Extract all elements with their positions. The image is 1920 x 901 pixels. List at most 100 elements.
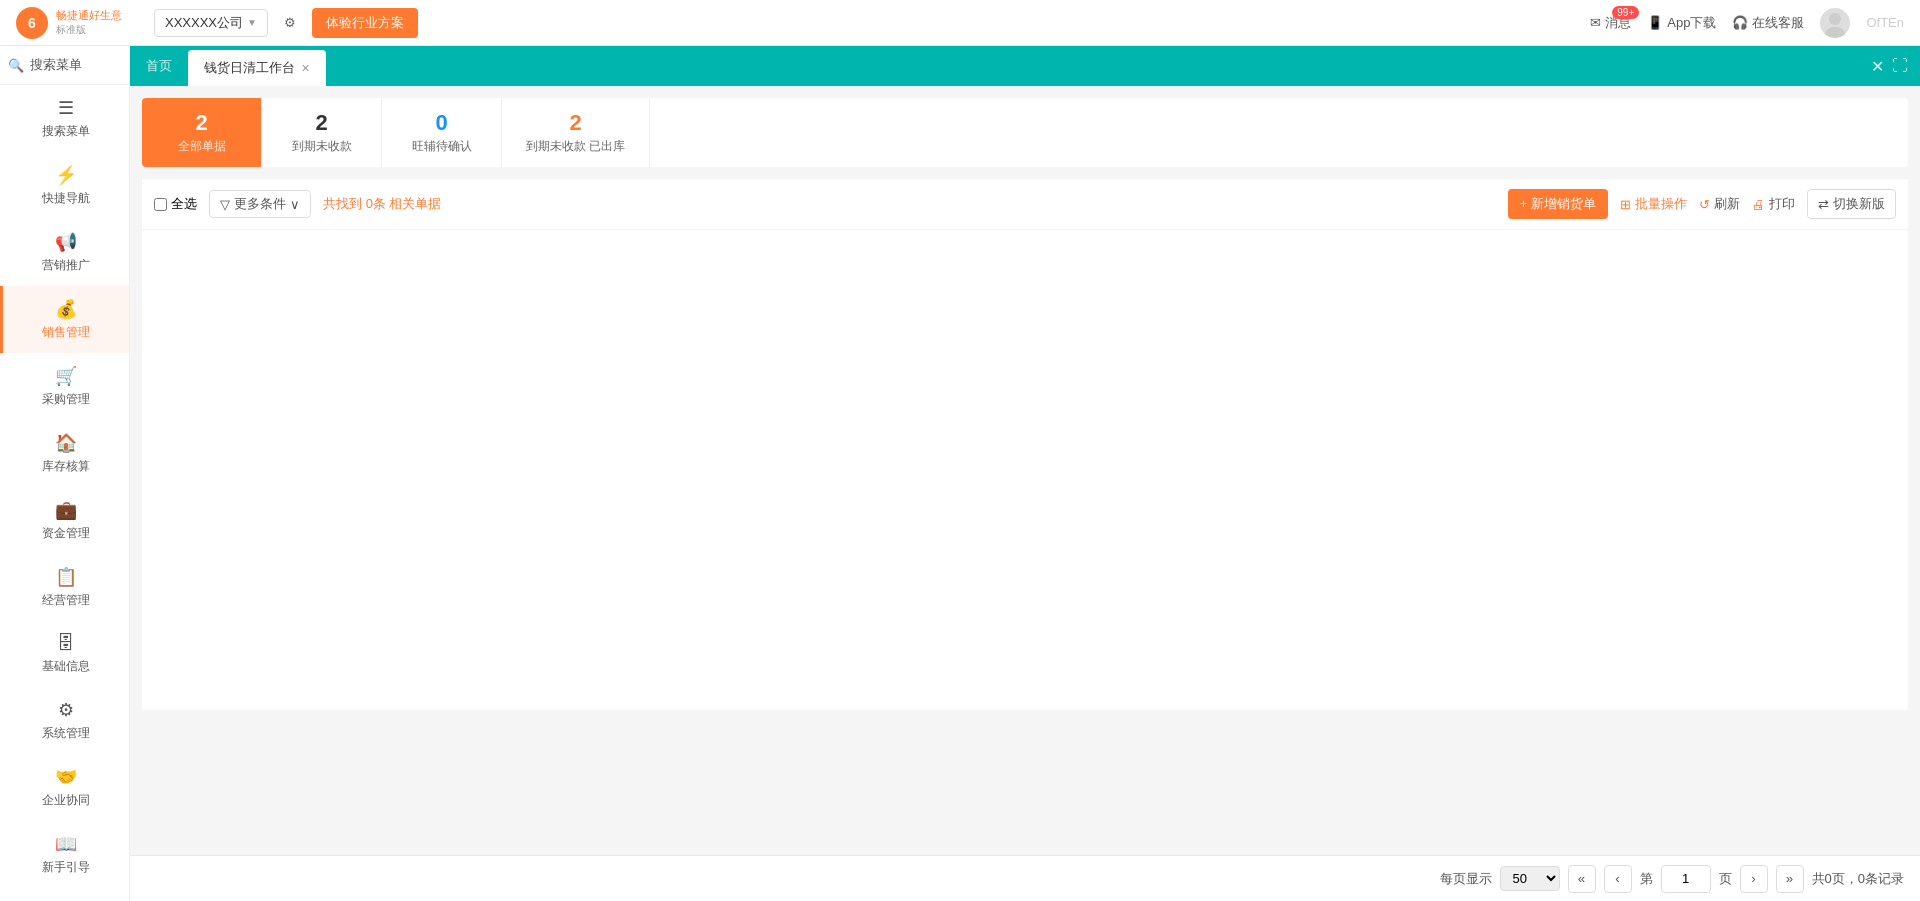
nav-icon-6: 💼	[55, 499, 77, 521]
app-download-btn[interactable]: 📱 App下载	[1647, 14, 1716, 32]
stat-num-2: 0	[435, 110, 447, 136]
stat-tab-3[interactable]: 2 到期未收款 已出库	[502, 98, 650, 167]
nav-label-3: 销售管理	[42, 324, 90, 341]
stat-tab-0[interactable]: 2 全部单据	[142, 98, 262, 167]
logo-icon: 6	[16, 7, 48, 39]
sidebar-item-4[interactable]: 🛒 采购管理	[0, 353, 129, 420]
nav-label-6: 资金管理	[42, 525, 90, 542]
sidebar-item-1[interactable]: ⚡ 快捷导航	[0, 152, 129, 219]
tab-bar-actions: ✕ ⛶	[1871, 57, 1920, 76]
next-page-btn[interactable]: ›	[1740, 865, 1768, 893]
online-service-btn[interactable]: 🎧 在线客服	[1732, 14, 1804, 32]
found-prefix: 共找到	[323, 196, 362, 211]
tab-label-0: 首页	[146, 57, 172, 75]
tab-label-1: 钱货日清工作台	[204, 59, 295, 77]
nav-label-10: 企业协同	[42, 792, 90, 809]
stat-label-1: 到期未收款	[292, 138, 352, 155]
avatar[interactable]	[1820, 8, 1850, 38]
app-download-icon: 📱	[1647, 15, 1663, 30]
nav-icon-0: ☰	[58, 97, 74, 119]
sidebar-item-0[interactable]: ☰ 搜索菜单	[0, 85, 129, 152]
print-icon: 🖨	[1752, 197, 1765, 212]
sidebar-item-8[interactable]: 🗄 基础信息	[0, 621, 129, 687]
user-name: OfTEn	[1866, 15, 1904, 30]
sidebar-item-9[interactable]: ⚙ 系统管理	[0, 687, 129, 754]
sidebar-item-10[interactable]: 🤝 企业协同	[0, 754, 129, 821]
found-count: 0条	[366, 196, 386, 211]
settings-icon[interactable]: ⚙	[276, 9, 304, 37]
sidebar-item-2[interactable]: 📢 营销推广	[0, 219, 129, 286]
company-selector[interactable]: XXXXXX公司 ▼	[154, 9, 268, 37]
stat-num-0: 2	[195, 110, 207, 136]
nav-label-11: 新手引导	[42, 859, 90, 876]
switch-label: 切换新版	[1833, 195, 1885, 213]
page-label-prefix: 第	[1640, 870, 1653, 888]
prev-page-btn[interactable]: ‹	[1604, 865, 1632, 893]
more-conditions-btn[interactable]: ▽ 更多条件 ∨	[209, 190, 311, 218]
switch-icon: ⇄	[1818, 197, 1829, 212]
company-name: XXXXXX公司	[165, 14, 243, 32]
search-icon: 🔍	[8, 58, 24, 73]
page-input[interactable]	[1661, 865, 1711, 893]
filter-icon: ▽	[220, 197, 230, 212]
stat-label-2: 旺辅待确认	[412, 138, 472, 155]
sidebar-item-11[interactable]: 📖 新手引导	[0, 821, 129, 888]
sidebar: 🔍 搜索菜单 ☰ 搜索菜单 ⚡ 快捷导航 📢 营销推广 💰 销售管理 🛒 采购管…	[0, 46, 130, 901]
sidebar-nav: ☰ 搜索菜单 ⚡ 快捷导航 📢 营销推广 💰 销售管理 🛒 采购管理 🏠 库存核…	[0, 85, 129, 901]
stat-num-1: 2	[315, 110, 327, 136]
sidebar-item-5[interactable]: 🏠 库存核算	[0, 420, 129, 487]
messages-btn[interactable]: ✉ 消息 99+	[1590, 14, 1631, 32]
tab-close-icon-1[interactable]: ✕	[301, 62, 310, 75]
tab-item-1[interactable]: 钱货日清工作台 ✕	[188, 50, 326, 86]
print-btn[interactable]: 🖨 打印	[1752, 195, 1795, 213]
found-suffix: 相关单据	[389, 196, 441, 211]
nav-icon-3: 💰	[55, 298, 77, 320]
batch-icon: ⊞	[1620, 197, 1631, 212]
stat-tab-2[interactable]: 0 旺辅待确认	[382, 98, 502, 167]
avatar-icon	[1820, 8, 1850, 38]
select-all-input[interactable]	[154, 198, 167, 211]
nav-icon-11: 📖	[55, 833, 77, 855]
nav-icon-2: 📢	[55, 231, 77, 253]
last-page-btn[interactable]: »	[1776, 865, 1804, 893]
nav-icon-10: 🤝	[55, 766, 77, 788]
tab-expand-action[interactable]: ⛶	[1892, 57, 1908, 75]
logo-text: 畅捷通好生意	[56, 8, 122, 22]
logo-sub: 标准版	[56, 23, 122, 37]
per-page-select[interactable]: 50 20 100	[1500, 866, 1560, 891]
first-page-btn[interactable]: «	[1568, 865, 1596, 893]
company-dropdown-arrow: ▼	[247, 17, 257, 28]
batch-btn[interactable]: ⊞ 批量操作	[1620, 195, 1687, 213]
top-header: 6 畅捷通好生意 标准版 XXXXXX公司 ▼ ⚙ 体验行业方案 ✉ 消息 99…	[0, 0, 1920, 46]
sidebar-item-6[interactable]: 💼 资金管理	[0, 487, 129, 554]
experience-btn[interactable]: 体验行业方案	[312, 8, 418, 38]
svg-point-1	[1825, 27, 1845, 38]
tab-close-action[interactable]: ✕	[1871, 57, 1884, 76]
stat-tab-1[interactable]: 2 到期未收款	[262, 98, 382, 167]
per-page-label: 每页显示	[1440, 870, 1492, 888]
nav-label-1: 快捷导航	[42, 190, 90, 207]
main-content: 2 全部单据 2 到期未收款 0 旺辅待确认 2 到期未收款 已出库 全选 ▽ …	[130, 86, 1920, 901]
tab-item-0[interactable]: 首页	[130, 46, 188, 86]
sidebar-item-12[interactable]: 📦 应用中心	[0, 888, 129, 901]
more-conditions-label: 更多条件	[234, 195, 286, 213]
nav-icon-8: 🗄	[57, 633, 75, 654]
tab-list: 首页 钱货日清工作台 ✕	[130, 46, 326, 86]
select-all-checkbox[interactable]: 全选	[154, 195, 197, 213]
sidebar-item-3[interactable]: 💰 销售管理	[0, 286, 129, 353]
logo-area: 6 畅捷通好生意 标准版	[16, 7, 146, 39]
app-download-label: App下载	[1667, 14, 1716, 32]
print-label: 打印	[1769, 195, 1795, 213]
add-sale-btn[interactable]: + 新增销货单	[1508, 189, 1608, 219]
message-icon: ✉	[1590, 15, 1601, 30]
sidebar-search[interactable]: 🔍 搜索菜单	[0, 46, 129, 85]
sidebar-item-7[interactable]: 📋 经营管理	[0, 554, 129, 621]
switch-version-btn[interactable]: ⇄ 切换新版	[1807, 189, 1896, 219]
refresh-btn[interactable]: ↺ 刷新	[1699, 195, 1740, 213]
messages-badge: 99+	[1612, 6, 1639, 19]
stat-label-0: 全部单据	[178, 138, 226, 155]
nav-icon-4: 🛒	[55, 365, 77, 387]
nav-label-2: 营销推广	[42, 257, 90, 274]
batch-label: 批量操作	[1635, 195, 1687, 213]
nav-icon-5: 🏠	[55, 432, 77, 454]
